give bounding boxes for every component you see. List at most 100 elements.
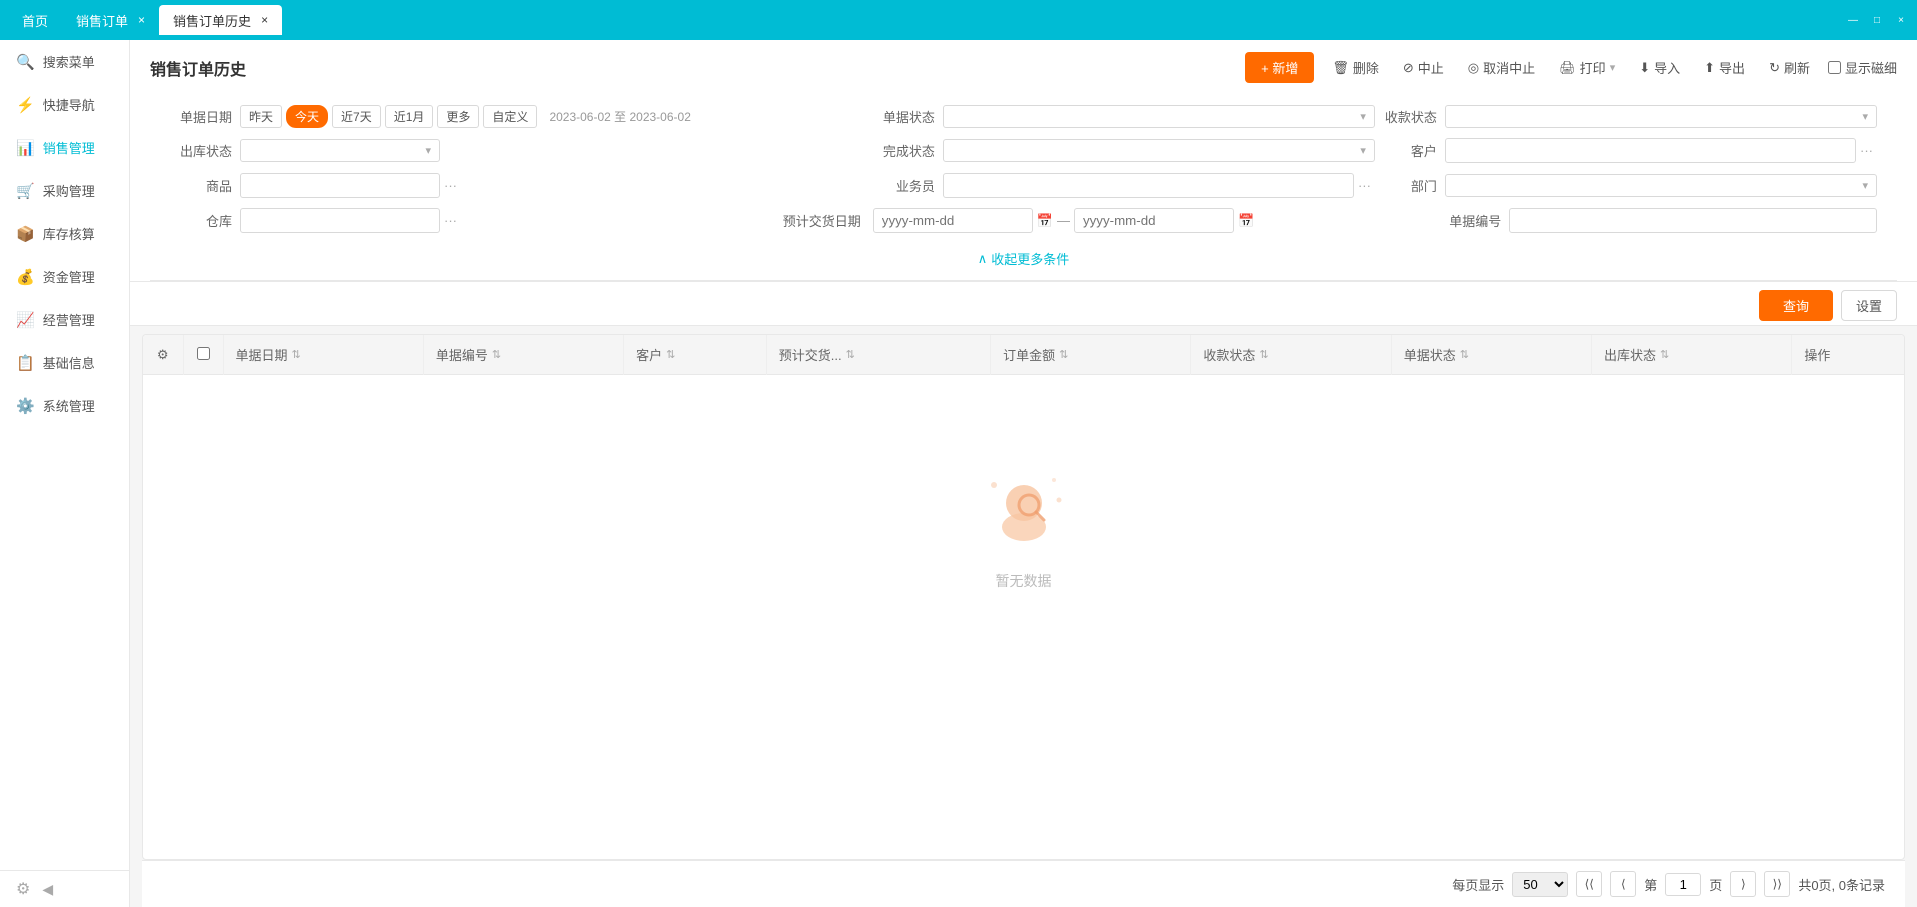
delivery-status-label: 出库状态: [170, 141, 240, 160]
th-delivery-status-sort-icon: ⇅: [1660, 348, 1669, 361]
customer-filter-label: 客户: [1375, 141, 1445, 160]
calendar-start-icon[interactable]: 📅: [1037, 213, 1053, 229]
date-btn-more[interactable]: 更多: [437, 105, 479, 128]
tab-home[interactable]: 首页: [8, 5, 62, 35]
tab-home-label: 首页: [22, 11, 48, 30]
date-btn-1month[interactable]: 近1月: [385, 105, 434, 128]
delete-button[interactable]: 🗑 删除: [1326, 54, 1385, 81]
date-btn-custom[interactable]: 自定义: [483, 105, 537, 128]
sidebar-item-finance[interactable]: 💰 资金管理: [0, 255, 129, 298]
display-cols-input[interactable]: [1828, 61, 1841, 74]
finance-icon: 💰: [16, 268, 35, 286]
main-layout: 🔍 搜索菜单 ⚡ 快捷导航 📊 销售管理 🛒 采购管理 📦 库存核算 💰 资金管…: [0, 40, 1917, 907]
delivery-date-filter-col: 预计交货日期 📅 — 📅: [783, 208, 1440, 233]
page-num-input[interactable]: [1665, 873, 1701, 896]
warehouse-dots-icon[interactable]: ···: [440, 213, 461, 228]
sidebar-item-search-menu[interactable]: 🔍 搜索菜单: [0, 40, 129, 83]
th-customer-label: 客户: [636, 345, 662, 364]
order-status-filter-col: 单据状态 ▾: [873, 105, 1375, 128]
th-delivery-status[interactable]: 出库状态 ⇅: [1592, 335, 1792, 375]
sidebar-item-system[interactable]: ⚙️ 系统管理: [0, 384, 129, 427]
sidebar-item-purchase-mgmt[interactable]: 🛒 采购管理: [0, 169, 129, 212]
print-button[interactable]: 🖨 打印 ▾: [1553, 54, 1621, 81]
export-label: 导出: [1719, 58, 1745, 77]
sidebar-item-basic-info[interactable]: 📋 基础信息: [0, 341, 129, 384]
page-last-button[interactable]: ⟩⟩: [1764, 871, 1790, 897]
th-date[interactable]: 单据日期 ⇅: [223, 335, 423, 375]
window-close[interactable]: ×: [1893, 12, 1909, 28]
th-order-status[interactable]: 单据状态 ⇅: [1391, 335, 1591, 375]
delivery-status-select[interactable]: ▾: [240, 139, 440, 162]
display-cols-checkbox[interactable]: 显示磁细: [1828, 58, 1897, 77]
th-expected-delivery[interactable]: 预计交货... ⇅: [766, 335, 990, 375]
date-filter-value: 昨天 今天 近7天 近1月 更多 自定义 2023-06-02 至 2023-0…: [240, 105, 873, 128]
table-settings-icon[interactable]: ⚙: [157, 347, 169, 362]
window-maximize[interactable]: □: [1869, 12, 1885, 28]
page-prev-button[interactable]: ⟨: [1610, 871, 1636, 897]
sidebar-settings-icon[interactable]: ⚙: [16, 879, 30, 899]
th-order-amount-label: 订单金额: [1003, 345, 1055, 364]
salesperson-dots-icon[interactable]: ···: [1354, 178, 1375, 193]
date-btn-today[interactable]: 今天: [286, 105, 328, 128]
th-settings[interactable]: ⚙: [143, 335, 183, 375]
query-button[interactable]: 查询: [1759, 290, 1833, 321]
th-order-no-label: 单据编号: [436, 345, 488, 364]
page-size-label: 每页显示: [1452, 875, 1504, 894]
order-no-input[interactable]: [1509, 208, 1877, 233]
date-btn-yesterday[interactable]: 昨天: [240, 105, 282, 128]
new-button[interactable]: + 新增: [1245, 52, 1314, 83]
sidebar-item-operations[interactable]: 📈 经营管理: [0, 298, 129, 341]
customer-input[interactable]: [1445, 138, 1856, 163]
date-quick-btns: 昨天 今天 近7天 近1月 更多 自定义: [240, 105, 537, 128]
cancel-stop-button[interactable]: ◎ 取消中止: [1462, 54, 1541, 81]
delete-label: 删除: [1353, 58, 1379, 77]
sidebar-item-quick-nav[interactable]: ⚡ 快捷导航: [0, 83, 129, 126]
page-size-select[interactable]: 50 10 20 100: [1512, 872, 1568, 897]
stop-button[interactable]: ⊘ 中止: [1397, 54, 1450, 81]
completion-status-select[interactable]: ▾: [943, 139, 1375, 162]
import-button[interactable]: ⬇ 导入: [1633, 54, 1686, 81]
settings-button[interactable]: 设置: [1841, 290, 1897, 321]
tab-sales-order-history-close[interactable]: ×: [261, 13, 268, 27]
order-status-select[interactable]: ▾: [943, 105, 1375, 128]
goods-filter-col: 商品 ···: [170, 173, 873, 198]
th-order-status-label: 单据状态: [1404, 345, 1456, 364]
delivery-date-start[interactable]: [873, 208, 1033, 233]
tab-sales-order-close[interactable]: ×: [138, 13, 145, 27]
customer-dots-icon[interactable]: ···: [1856, 143, 1877, 158]
department-select[interactable]: ▾: [1445, 174, 1877, 197]
warehouse-filter-label: 仓库: [170, 211, 240, 230]
tab-sales-order-history[interactable]: 销售订单历史 ×: [159, 5, 282, 35]
collapse-row[interactable]: ∧ 收起更多条件: [170, 243, 1877, 270]
select-all-checkbox[interactable]: [197, 347, 210, 360]
page-first-button[interactable]: ⟨⟨: [1576, 871, 1602, 897]
th-order-no[interactable]: 单据编号 ⇅: [423, 335, 623, 375]
th-date-label: 单据日期: [236, 345, 288, 364]
calendar-end-icon[interactable]: 📅: [1238, 213, 1254, 229]
th-payment-status-sort-icon: ⇅: [1259, 348, 1268, 361]
sidebar-collapse-icon[interactable]: ◀: [42, 881, 53, 898]
th-order-amount[interactable]: 订单金额 ⇅: [991, 335, 1191, 375]
th-payment-status[interactable]: 收款状态 ⇅: [1191, 335, 1391, 375]
export-button[interactable]: ⬆ 导出: [1698, 54, 1751, 81]
th-checkbox[interactable]: [183, 335, 223, 375]
payment-status-filter-col: 收款状态 ▾: [1375, 105, 1877, 128]
tab-sales-order[interactable]: 销售订单 ×: [62, 5, 159, 35]
page-next-button[interactable]: ⟩: [1730, 871, 1756, 897]
payment-status-select[interactable]: ▾: [1445, 105, 1877, 128]
goods-input[interactable]: [240, 173, 440, 198]
refresh-button[interactable]: ↻ 刷新: [1763, 54, 1816, 81]
goods-dots-icon[interactable]: ···: [440, 178, 461, 193]
stop-label: 中止: [1418, 58, 1444, 77]
date-filter-label: 单据日期: [170, 107, 240, 126]
warehouse-input[interactable]: [240, 208, 440, 233]
delivery-date-end[interactable]: [1074, 208, 1234, 233]
collapse-up-icon: ∧: [978, 251, 988, 267]
sidebar-item-inventory[interactable]: 📦 库存核算: [0, 212, 129, 255]
window-minimize[interactable]: —: [1845, 12, 1861, 28]
th-payment-status-label: 收款状态: [1203, 345, 1255, 364]
date-btn-7days[interactable]: 近7天: [332, 105, 381, 128]
salesperson-input[interactable]: [943, 173, 1354, 198]
th-customer[interactable]: 客户 ⇅: [624, 335, 767, 375]
sidebar-item-sales-mgmt[interactable]: 📊 销售管理: [0, 126, 129, 169]
